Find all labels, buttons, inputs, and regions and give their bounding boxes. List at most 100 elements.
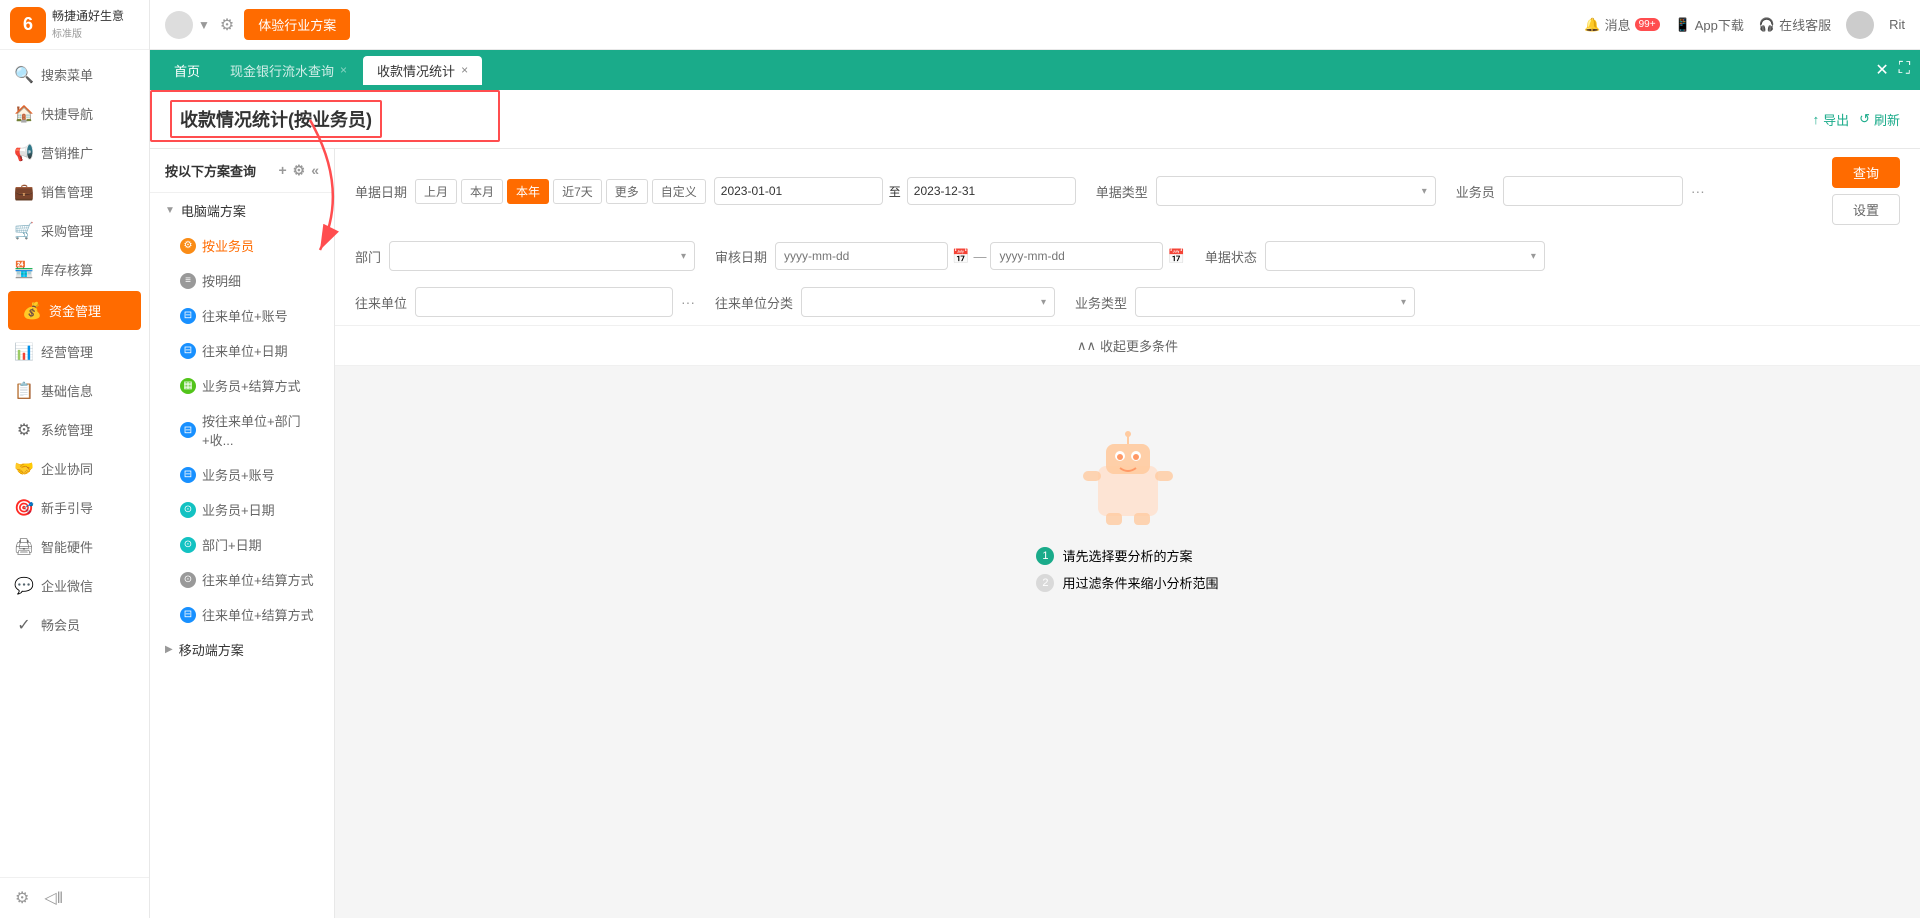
sidebar-item-newbie[interactable]: 🎯 新手引导 — [0, 488, 149, 527]
tab-bank-flow-close[interactable]: × — [340, 63, 347, 77]
newbie-icon: 🎯 — [15, 499, 33, 517]
scheme-item-6[interactable]: ⊟ 业务员+账号 — [150, 457, 334, 492]
sidebar-item-member[interactable]: ✓ 畅会员 — [0, 605, 149, 644]
sidebar-item-inventory[interactable]: 🏪 库存核算 — [0, 250, 149, 289]
scheme-item-7[interactable]: ⊙ 业务员+日期 — [150, 492, 334, 527]
scheme-item-9[interactable]: ⊙ 往来单位+结算方式 — [150, 562, 334, 597]
review-date-from-icon[interactable]: 📅 — [952, 248, 969, 265]
scheme-group-desktop-title[interactable]: ▼ 电脑端方案 — [150, 193, 334, 228]
group-mobile-label: 移动端方案 — [179, 640, 244, 659]
date-to-input[interactable] — [907, 177, 1076, 205]
tab-fullscreen-icon[interactable]: ⛶ — [1899, 60, 1910, 80]
date-btn-this-year[interactable]: 本年 — [507, 179, 549, 204]
search-icon: 🔍 — [15, 66, 33, 84]
date-btn-7days[interactable]: 近7天 — [553, 179, 602, 204]
salesperson-more-icon[interactable]: ··· — [1691, 183, 1705, 199]
sidebar-item-finance[interactable]: 💰 资金管理 — [8, 291, 141, 330]
doc-status-label: 单据状态 — [1205, 247, 1257, 266]
sidebar-item-basic[interactable]: 📋 基础信息 — [0, 371, 149, 410]
messages-btn[interactable]: 🔔 消息 99+ — [1584, 15, 1659, 34]
scheme-collapse-icon[interactable]: « — [311, 162, 319, 179]
tab-collection-stats[interactable]: 收款情况统计 × — [363, 56, 482, 85]
tip-text-2: 用过滤条件来缩小分析范围 — [1062, 573, 1218, 592]
header: ▼ ⚙ 体验行业方案 🔔 消息 99+ 📱 App下载 🎧 在线客服 Rit — [150, 0, 1920, 50]
scheme-item-1[interactable]: ≡ 按明细 — [150, 263, 334, 298]
counterpart-select[interactable] — [415, 287, 673, 317]
review-date-separator: — — [973, 249, 986, 264]
collapse-sidebar-icon[interactable]: ◁‖ — [44, 888, 63, 908]
salesperson-select[interactable] — [1503, 176, 1683, 206]
counterpart-more-icon[interactable]: ··· — [681, 294, 695, 310]
header-user[interactable]: ▼ — [165, 11, 210, 39]
scheme-item-8[interactable]: ⊙ 部门+日期 — [150, 527, 334, 562]
setting-button[interactable]: 设置 — [1832, 194, 1900, 225]
dept-select[interactable]: ▾ — [389, 241, 695, 271]
date-btn-more[interactable]: 更多 — [606, 179, 648, 204]
header-gear-icon[interactable]: ⚙ — [220, 15, 234, 35]
app-download-btn[interactable]: 📱 App下载 — [1675, 15, 1744, 34]
collapse-row[interactable]: ∧∧ 收起更多条件 — [335, 325, 1920, 365]
hardware-icon: 🖨 — [15, 538, 33, 556]
scheme-add-icon[interactable]: + — [278, 162, 286, 179]
page-actions: ↑ 导出 ↺ 刷新 — [1813, 110, 1900, 129]
trial-button[interactable]: 体验行业方案 — [244, 9, 350, 40]
sidebar-item-label-inventory: 库存核算 — [41, 260, 93, 279]
date-from-input[interactable] — [714, 177, 883, 205]
salesperson-field-group: 业务员 ··· — [1456, 176, 1705, 206]
logo-area: 6 畅捷通好生意 标准版 — [0, 0, 149, 50]
counterpart-cat-select[interactable]: ▾ — [801, 287, 1055, 317]
tab-collection-stats-close[interactable]: × — [461, 63, 468, 77]
sidebar-item-operations[interactable]: 📊 经营管理 — [0, 332, 149, 371]
sidebar-item-hardware[interactable]: 🖨 智能硬件 — [0, 527, 149, 566]
refresh-icon: ↺ — [1859, 111, 1870, 127]
date-btn-last-month[interactable]: 上月 — [415, 179, 457, 204]
biz-type-field-group: 业务类型 ▾ — [1075, 287, 1415, 317]
settings-bottom-icon[interactable]: ⚙ — [15, 888, 29, 908]
doc-type-select[interactable]: ▾ — [1156, 176, 1436, 206]
sidebar-item-quicknav[interactable]: 🏠 快捷导航 — [0, 94, 149, 133]
sidebar-item-search[interactable]: 🔍 搜索菜单 — [0, 55, 149, 94]
tip-num-1: 1 — [1036, 547, 1054, 565]
scheme-item-icon-4: ▦ — [180, 378, 196, 394]
sidebar-item-system[interactable]: ⚙ 系统管理 — [0, 410, 149, 449]
sidebar-item-enterprise[interactable]: 🤝 企业协同 — [0, 449, 149, 488]
scheme-item-2[interactable]: ⊟ 往来单位+账号 — [150, 298, 334, 333]
scheme-group-mobile-title[interactable]: ▶ 移动端方案 — [150, 632, 334, 667]
scheme-item-5[interactable]: ⊟ 按往来单位+部门+收... — [150, 403, 334, 457]
doc-status-field-group: 单据状态 ▾ — [1205, 241, 1545, 271]
scheme-item-0[interactable]: ⚙ 按业务员 — [150, 228, 334, 263]
sidebar-item-label-basic: 基础信息 — [41, 381, 93, 400]
tab-close-all-icon[interactable]: ✕ — [1875, 60, 1888, 80]
review-date-from[interactable] — [775, 242, 948, 270]
scheme-item-4[interactable]: ▦ 业务员+结算方式 — [150, 368, 334, 403]
scheme-item-10[interactable]: ⊟ 往来单位+结算方式 — [150, 597, 334, 632]
main-content: 收款情况统计(按业务员) ↑ 导出 ↺ 刷新 按以下方案查询 + ⚙ « — [150, 90, 1920, 918]
biz-type-select[interactable]: ▾ — [1135, 287, 1415, 317]
date-btn-this-month[interactable]: 本月 — [461, 179, 503, 204]
tab-bank-flow[interactable]: 现金银行流水查询 × — [216, 56, 361, 85]
sidebar-item-marketing[interactable]: 📢 营销推广 — [0, 133, 149, 172]
refresh-button[interactable]: ↺ 刷新 — [1859, 110, 1900, 129]
scheme-item-3[interactable]: ⊟ 往来单位+日期 — [150, 333, 334, 368]
form-row-3: 往来单位 ··· 往来单位分类 ▾ 业务类型 — [335, 279, 1920, 325]
sidebar-item-sales[interactable]: 💼 销售管理 — [0, 172, 149, 211]
scheme-item-label-4: 业务员+结算方式 — [202, 376, 301, 395]
home-icon: 🏠 — [15, 105, 33, 123]
operations-icon: 📊 — [15, 343, 33, 361]
scheme-setting-icon[interactable]: ⚙ — [293, 162, 306, 179]
export-button[interactable]: ↑ 导出 — [1813, 110, 1850, 129]
group-expand-arrow: ▼ — [165, 205, 175, 216]
doc-status-select[interactable]: ▾ — [1265, 241, 1545, 271]
sidebar-item-label-enterprise: 企业协同 — [41, 459, 93, 478]
date-btn-custom[interactable]: 自定义 — [652, 179, 706, 204]
online-service-btn[interactable]: 🎧 在线客服 — [1759, 15, 1831, 34]
query-button[interactable]: 查询 — [1832, 157, 1900, 188]
sidebar-item-purchase[interactable]: 🛒 采购管理 — [0, 211, 149, 250]
review-date-to-icon[interactable]: 📅 — [1167, 248, 1184, 265]
sidebar-item-label-finance: 资金管理 — [49, 301, 101, 320]
review-date-to[interactable] — [990, 242, 1163, 270]
sidebar-item-wechat[interactable]: 💬 企业微信 — [0, 566, 149, 605]
tab-home[interactable]: 首页 — [160, 56, 214, 85]
scheme-item-label-2: 往来单位+账号 — [202, 306, 288, 325]
user-avatar-small[interactable] — [1846, 11, 1874, 39]
